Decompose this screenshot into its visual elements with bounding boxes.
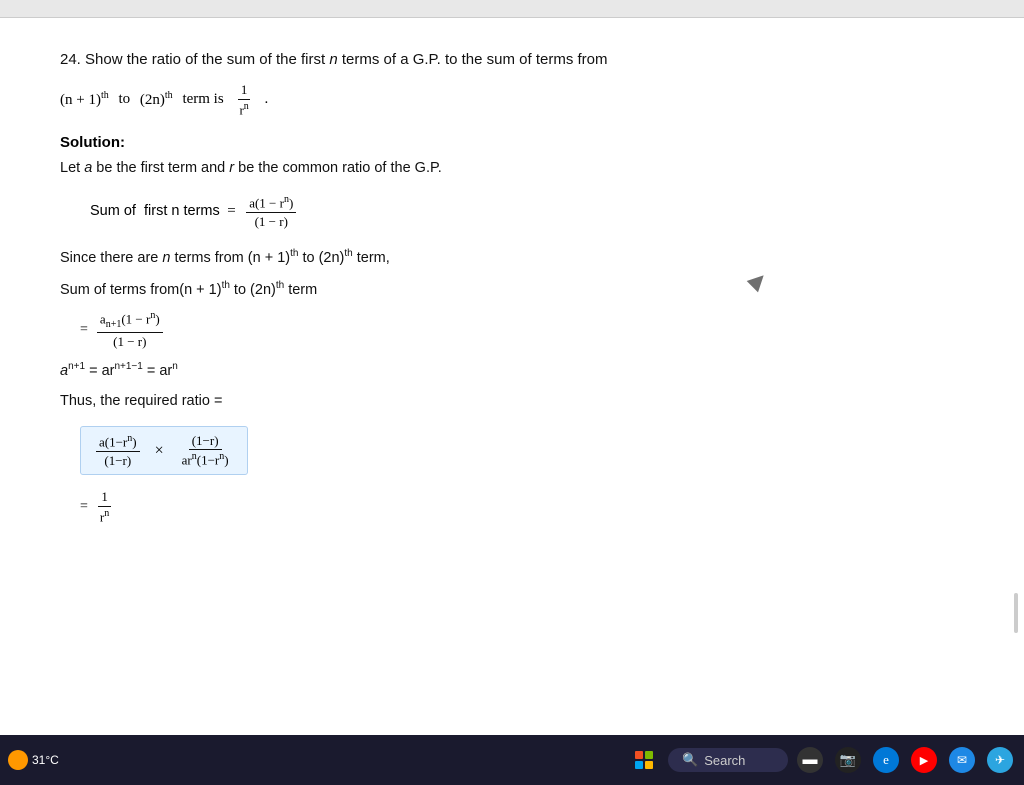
since-line: Since there are n terms from (n + 1)th t…	[60, 245, 974, 270]
ratio-frac2-num: (1−r)	[189, 433, 222, 451]
mail-symbol: ✉	[957, 753, 967, 768]
question-period: .	[261, 91, 269, 108]
ratio-box: a(1−rn) (1−r) × (1−r) arn(1−rn)	[80, 426, 248, 476]
telegram-icon[interactable]: ✈	[984, 744, 1016, 776]
sum-from-formula: = an+1(1 − rn) (1 − r)	[80, 310, 974, 350]
camera-icon[interactable]: 📷	[832, 744, 864, 776]
search-label: Search	[704, 753, 745, 768]
ratio-frac2: (1−r) arn(1−rn)	[179, 433, 232, 469]
final-equals: =	[80, 499, 88, 515]
ratio-frac1: a(1−rn) (1−r)	[96, 433, 140, 469]
sun-icon	[8, 750, 28, 770]
sum-equals: =	[223, 203, 239, 219]
win-sq-yellow	[645, 761, 653, 769]
final-den: rn	[97, 507, 112, 525]
term-end: (2n)th	[140, 90, 173, 109]
windows-start-button[interactable]	[626, 742, 662, 778]
sum-from-label: Sum of terms from(n + 1)th to (2n)th ter…	[60, 277, 974, 302]
browser-icon-bg: e	[873, 747, 899, 773]
ratio-frac1-den: (1−r)	[101, 452, 134, 469]
sum-denominator: (1 − r)	[252, 213, 291, 230]
temperature-widget: 31°C	[8, 750, 59, 770]
camera-icon-bg: 📷	[835, 747, 861, 773]
final-fraction: 1 rn	[97, 489, 112, 525]
file-icon-symbol: ▬	[803, 752, 818, 769]
final-num: 1	[98, 489, 111, 507]
youtube-icon-bg: ▶	[911, 747, 937, 773]
ratio-frac2-den: arn(1−rn)	[179, 450, 232, 468]
thus-line: Thus, the required ratio =	[60, 389, 974, 414]
step-numerator: an+1(1 − rn)	[97, 310, 163, 333]
telegram-icon-bg: ✈	[987, 747, 1013, 773]
search-icon: 🔍	[682, 752, 698, 768]
file-icon-bg: ▬	[797, 747, 823, 773]
youtube-symbol: ▶	[920, 754, 928, 767]
sum-numerator: a(1 − rn)	[246, 194, 296, 213]
question-number: 24.	[60, 51, 81, 68]
solution-intro: Let a be the first term and r be the com…	[60, 157, 974, 180]
youtube-icon[interactable]: ▶	[908, 744, 940, 776]
browser-bar	[0, 0, 1024, 18]
times-symbol: ×	[151, 442, 168, 460]
taskbar: 31°C 🔍 Search ▬ 📷 e ▶	[0, 735, 1024, 785]
win-sq-blue	[635, 761, 643, 769]
mail-icon-bg: ✉	[949, 747, 975, 773]
term-is: term is	[179, 91, 228, 108]
solution-header: Solution:	[60, 134, 974, 151]
win-sq-green	[645, 751, 653, 759]
question-container: 24. Show the ratio of the sum of the fir…	[60, 48, 974, 72]
mail-icon[interactable]: ✉	[946, 744, 978, 776]
taskbar-search[interactable]: 🔍 Search	[668, 748, 788, 772]
question-var-n: n	[329, 51, 337, 68]
to-label: to	[115, 91, 134, 108]
win-sq-red	[635, 751, 643, 759]
sum-formula-block: Sum of first n terms = a(1 − rn) (1 − r)	[90, 194, 974, 230]
main-content: 24. Show the ratio of the sum of the fir…	[0, 18, 1024, 753]
question-fraction: 1 rn	[236, 82, 251, 118]
step-equals: =	[80, 322, 88, 338]
camera-symbol: 📷	[840, 752, 856, 768]
question-fraction-den: rn	[236, 100, 251, 118]
question-text2: terms of a G.P. to the sum of terms from	[342, 51, 608, 68]
browser-symbol: e	[883, 752, 889, 768]
file-manager-icon[interactable]: ▬	[794, 744, 826, 776]
final-result: = 1 rn	[80, 489, 974, 525]
scrollbar[interactable]	[1014, 593, 1018, 633]
term-start: (n + 1)th	[60, 90, 109, 109]
telegram-symbol: ✈	[995, 753, 1005, 768]
an1-line: an+1 = arn+1−1 = arn	[60, 358, 974, 383]
browser-icon[interactable]: e	[870, 744, 902, 776]
step-denominator: (1 − r)	[110, 333, 149, 350]
temperature-label: 31°C	[32, 753, 59, 767]
step-fraction: an+1(1 − rn) (1 − r)	[97, 310, 163, 350]
question-text1: Show the ratio of the sum of the first	[85, 51, 325, 68]
sum-fraction: a(1 − rn) (1 − r)	[246, 194, 296, 230]
windows-logo	[635, 751, 653, 769]
question-math-line: (n + 1)th to (2n)th term is 1 rn .	[60, 82, 974, 118]
sum-label: Sum of first n terms	[90, 203, 220, 219]
ratio-frac1-num: a(1−rn)	[96, 433, 140, 452]
question-fraction-num: 1	[238, 82, 251, 100]
